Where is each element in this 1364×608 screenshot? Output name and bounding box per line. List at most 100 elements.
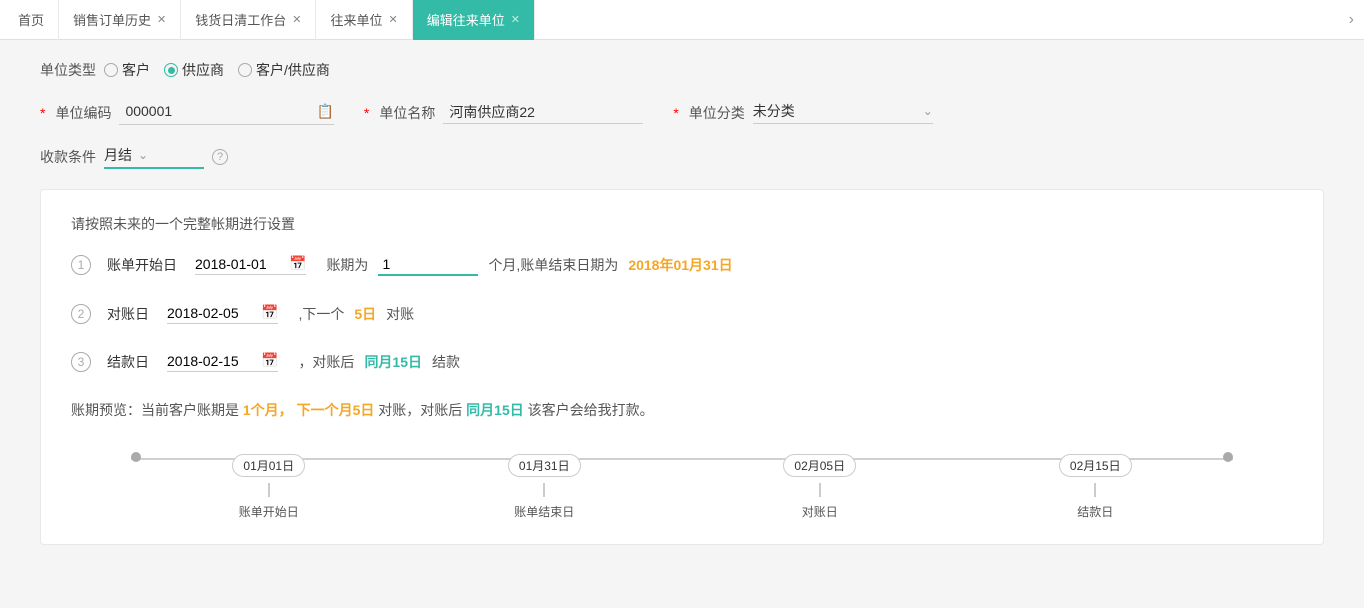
period-input[interactable] xyxy=(378,254,478,276)
row-num-2: 2 xyxy=(71,304,91,324)
row-1-cal-icon[interactable]: 📅 xyxy=(289,255,306,272)
row-1-date-field[interactable] xyxy=(195,256,285,272)
payment-arrow: ⌄ xyxy=(138,148,148,162)
tab-partner-unit-close[interactable]: ✕ xyxy=(389,13,398,26)
tab-sales-history-label: 销售订单历史 xyxy=(73,10,151,29)
tab-sales-history[interactable]: 销售订单历史 ✕ xyxy=(59,0,181,40)
row-2-prefix: ,下一个 xyxy=(298,304,344,324)
tl-connector-2 xyxy=(543,483,545,497)
timeline-point-1: 01月01日 账单开始日 xyxy=(131,454,407,520)
unit-category-group: * 单位分类 未分类 ⌄ xyxy=(673,101,932,124)
radio-supplier-circle xyxy=(164,63,178,77)
unit-category-select[interactable]: 未分类 ⌄ xyxy=(753,101,933,124)
tab-edit-partner-close[interactable]: ✕ xyxy=(511,13,520,26)
unit-category-arrow: ⌄ xyxy=(923,104,933,118)
unit-category-label: 单位分类 xyxy=(689,103,745,123)
tabs-more-arrow[interactable]: › xyxy=(1339,11,1364,29)
unit-code-star: * xyxy=(40,105,45,121)
payment-group: 收款条件 月结 ⌄ ? xyxy=(40,145,228,169)
timeline-point-4: 02月15日 结款日 xyxy=(958,454,1234,520)
tl-date-2: 01月31日 xyxy=(508,454,581,477)
tl-date-1: 01月01日 xyxy=(232,454,305,477)
unit-code-label: 单位编码 xyxy=(55,103,111,123)
tab-edit-partner[interactable]: 编辑往来单位 ✕ xyxy=(413,0,535,40)
row-3-highlight: 同月15日 xyxy=(364,352,422,372)
row-3-date-input: 📅 xyxy=(167,352,278,372)
unit-category-star: * xyxy=(673,105,678,121)
unit-code-input-wrapper: 📋 xyxy=(119,100,333,125)
payment-select[interactable]: 月结 ⌄ xyxy=(104,145,204,169)
preview-same: 同月15日 xyxy=(466,402,524,418)
tab-partner-unit-label: 往来单位 xyxy=(330,10,382,29)
row-2-cal-icon[interactable]: 📅 xyxy=(261,304,278,321)
timeline-point-2: 01月31日 账单结束日 xyxy=(407,454,683,520)
row-1-date-input: 📅 xyxy=(195,255,306,275)
radio-supplier-label: 供应商 xyxy=(182,60,224,80)
row-3-cal-icon[interactable]: 📅 xyxy=(261,352,278,369)
row-num-1: 1 xyxy=(71,255,91,275)
preview-1m: 1个月， xyxy=(243,402,293,418)
unit-category-value: 未分类 xyxy=(753,101,917,121)
timeline-wrapper: 01月01日 账单开始日 01月31日 账单结束日 02月05日 对账日 xyxy=(101,444,1263,520)
tab-cash-work-label: 钱货日清工作台 xyxy=(195,10,286,29)
tl-date-3: 02月05日 xyxy=(783,454,856,477)
tl-label-4: 结款日 xyxy=(1077,503,1113,520)
timeline-container: 01月01日 账单开始日 01月31日 账单结束日 02月05日 对账日 xyxy=(71,444,1293,520)
unit-name-input[interactable] xyxy=(443,101,643,124)
tab-cash-work-close[interactable]: ✕ xyxy=(292,13,301,26)
payment-label: 收款条件 xyxy=(40,147,96,167)
row-1-label: 账单开始日 xyxy=(107,255,177,275)
preview-end: 该客户会给我打款。 xyxy=(528,402,654,418)
row-1-highlight: 2018年01月31日 xyxy=(628,255,732,275)
settings-card: 请按照未来的一个完整帐期进行设置 1 账单开始日 📅 账期为 个月,账单结束日期… xyxy=(40,189,1324,545)
row-3-label: 结款日 xyxy=(107,352,149,372)
tl-date-4: 02月15日 xyxy=(1059,454,1132,477)
unit-type-label: 单位类型 xyxy=(40,60,96,80)
radio-both-label: 客户/供应商 xyxy=(256,60,330,80)
tabs-bar: 首页 销售订单历史 ✕ 钱货日清工作台 ✕ 往来单位 ✕ 编辑往来单位 ✕ › xyxy=(0,0,1364,40)
tab-edit-partner-label: 编辑往来单位 xyxy=(427,10,505,29)
row-3-prefix: ，对账后 xyxy=(298,352,354,372)
unit-name-group: * 单位名称 xyxy=(364,101,643,124)
unit-type-group: 单位类型 客户 供应商 客户/供应商 xyxy=(40,60,330,80)
tl-connector-4 xyxy=(1094,483,1096,497)
radio-supplier[interactable]: 供应商 xyxy=(164,60,224,80)
unit-name-star: * xyxy=(364,105,369,121)
unit-type-row: 单位类型 客户 供应商 客户/供应商 xyxy=(40,60,1324,80)
row-2-label: 对账日 xyxy=(107,304,149,324)
unit-code-icon[interactable]: 📋 xyxy=(316,103,333,120)
preview-label: 账期预览：当前客户账期是 xyxy=(71,402,239,418)
radio-customer[interactable]: 客户 xyxy=(104,60,150,80)
tab-home[interactable]: 首页 xyxy=(8,0,59,40)
tl-connector-3 xyxy=(819,483,821,497)
setting-row-2: 2 对账日 📅 ,下一个 5日 对账 xyxy=(71,304,1293,324)
radio-customer-circle xyxy=(104,63,118,77)
row-2-date-input: 📅 xyxy=(167,304,278,324)
tl-connector-1 xyxy=(268,483,270,497)
tl-label-1: 账单开始日 xyxy=(239,503,299,520)
payment-value: 月结 xyxy=(104,145,132,165)
unit-code-input[interactable] xyxy=(119,100,312,122)
tab-partner-unit[interactable]: 往来单位 ✕ xyxy=(316,0,412,40)
tab-cash-work[interactable]: 钱货日清工作台 ✕ xyxy=(181,0,316,40)
row-2-date-field[interactable] xyxy=(167,305,257,321)
payment-row: 收款条件 月结 ⌄ ? xyxy=(40,145,1324,169)
setting-row-1: 1 账单开始日 📅 账期为 个月,账单结束日期为 2018年01月31日 xyxy=(71,254,1293,276)
row-2-suffix: 对账 xyxy=(386,304,414,324)
row-1-prefix: 账期为 xyxy=(326,255,368,275)
tl-label-3: 对账日 xyxy=(802,503,838,520)
radio-both[interactable]: 客户/供应商 xyxy=(238,60,330,80)
row-1-suffix: 个月,账单结束日期为 xyxy=(488,255,618,275)
preview-next: 下一个月5日 xyxy=(297,402,375,418)
payment-help-icon[interactable]: ? xyxy=(212,149,228,165)
unit-name-label: 单位名称 xyxy=(379,103,435,123)
tab-home-label: 首页 xyxy=(18,10,44,29)
tab-sales-history-close[interactable]: ✕ xyxy=(157,13,166,26)
unit-code-group: * 单位编码 📋 xyxy=(40,100,334,125)
preview-middle: 对账，对账后 xyxy=(378,402,462,418)
radio-group: 客户 供应商 客户/供应商 xyxy=(104,60,330,80)
preview-bar: 账期预览：当前客户账期是 1个月， 下一个月5日 对账，对账后 同月15日 该客… xyxy=(71,400,1293,420)
row-3-date-field[interactable] xyxy=(167,353,257,369)
radio-customer-label: 客户 xyxy=(122,60,150,80)
row-num-3: 3 xyxy=(71,352,91,372)
